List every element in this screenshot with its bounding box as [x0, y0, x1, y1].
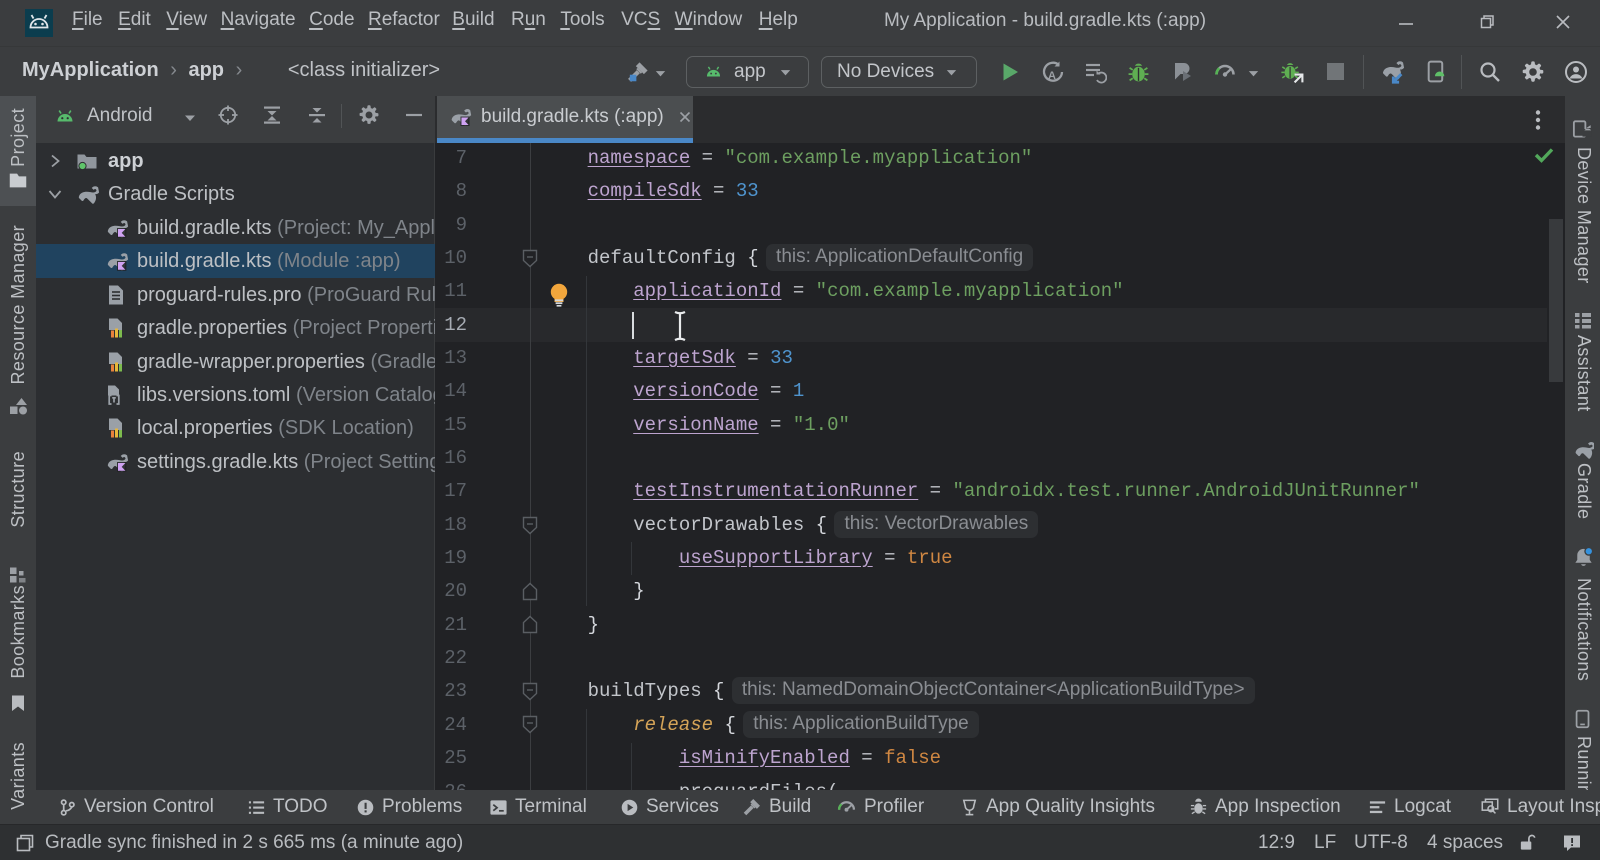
svg-text:A: A — [1048, 70, 1056, 82]
